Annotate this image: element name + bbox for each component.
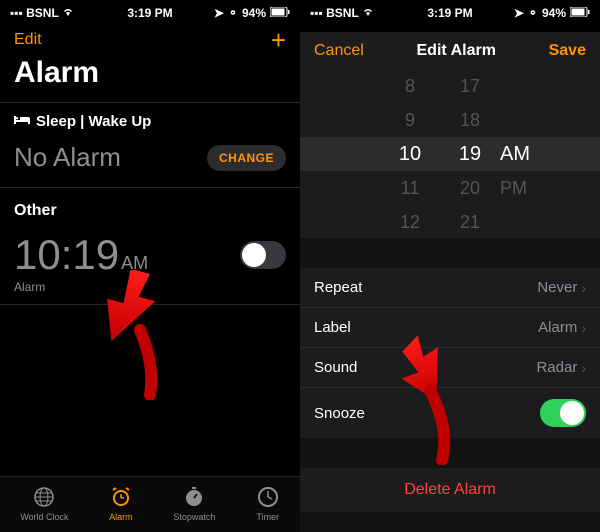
signal-carrier: ▪▪▪ BSNL [10,6,74,20]
alarm-item[interactable]: 10:19AM [0,226,300,280]
tab-timer[interactable]: Timer [256,485,280,522]
signal-carrier: ▪▪▪ BSNL [310,6,374,20]
status-time: 3:19 PM [427,6,472,20]
nav-bar: Edit + [0,22,300,54]
picker-hours-column[interactable]: 7 8 9 10 11 12 [380,70,440,238]
delete-alarm-button[interactable]: Delete Alarm [300,468,600,512]
signal-icon: ▪▪▪ [310,6,323,20]
edit-button[interactable]: Edit [14,31,42,49]
chevron-right-icon: › [581,320,586,336]
alarm-label: Alarm [0,280,300,304]
alarm-clock-icon [109,485,133,509]
status-bar: ▪▪▪ BSNL 3:19 PM ➤ ⚬ 94% [300,0,600,22]
no-alarm-label: No Alarm [14,142,121,173]
edit-alarm-screen: ▪▪▪ BSNL 3:19 PM ➤ ⚬ 94% Cancel Edit Ala… [300,0,600,532]
alarm-options-list: Repeat Never› Label Alarm› Sound Radar› … [300,268,600,438]
sheet-title: Edit Alarm [417,42,496,60]
location-icon: ➤ [514,6,524,20]
chevron-right-icon: › [581,280,586,296]
snooze-toggle[interactable] [540,399,586,427]
cancel-button[interactable]: Cancel [314,42,364,60]
option-sound[interactable]: Sound Radar› [300,348,600,388]
alarm-list-screen: ▪▪▪ BSNL 3:19 PM ➤ ⚬ 94% Edit + Alarm Sl… [0,0,300,532]
add-alarm-button[interactable]: + [271,30,286,50]
tab-bar: World Clock Alarm Stopwatch Timer [0,476,300,532]
status-bar: ▪▪▪ BSNL 3:19 PM ➤ ⚬ 94% [0,0,300,22]
timer-icon [256,485,280,509]
chevron-right-icon: › [581,360,586,376]
tab-stopwatch[interactable]: Stopwatch [173,485,215,522]
sheet-nav-bar: Cancel Edit Alarm Save [300,32,600,70]
bed-icon [14,113,30,130]
status-right: ➤ ⚬ 94% [214,6,290,20]
other-section-header: Other [0,188,300,226]
tab-alarm[interactable]: Alarm [109,485,133,522]
option-repeat[interactable]: Repeat Never› [300,268,600,308]
battery-icon [270,6,290,20]
wifi-icon [362,6,374,20]
stopwatch-icon [182,485,206,509]
status-right: ➤ ⚬ 94% [514,6,590,20]
time-picker[interactable]: 7 8 9 10 11 12 16 17 18 19 20 21 AM PM [300,70,600,238]
picker-ampm-column[interactable]: AM PM [500,137,560,205]
sleep-alarm-row: No Alarm CHANGE [0,138,300,187]
sleep-section-header: Sleep | Wake Up [0,103,300,138]
change-button[interactable]: CHANGE [207,145,286,171]
status-time: 3:19 PM [127,6,172,20]
alarm-time: 10:19AM [14,231,148,278]
wifi-icon [62,6,74,20]
signal-icon: ▪▪▪ [10,6,23,20]
location-icon: ➤ [214,6,224,20]
page-title: Alarm [0,54,300,102]
globe-icon [32,485,56,509]
save-button[interactable]: Save [549,42,586,60]
tab-world-clock[interactable]: World Clock [20,485,68,522]
picker-minutes-column[interactable]: 16 17 18 19 20 21 [440,70,500,238]
option-label[interactable]: Label Alarm› [300,308,600,348]
battery-icon [570,6,590,20]
alarm-toggle[interactable] [240,241,286,269]
option-snooze: Snooze [300,388,600,438]
